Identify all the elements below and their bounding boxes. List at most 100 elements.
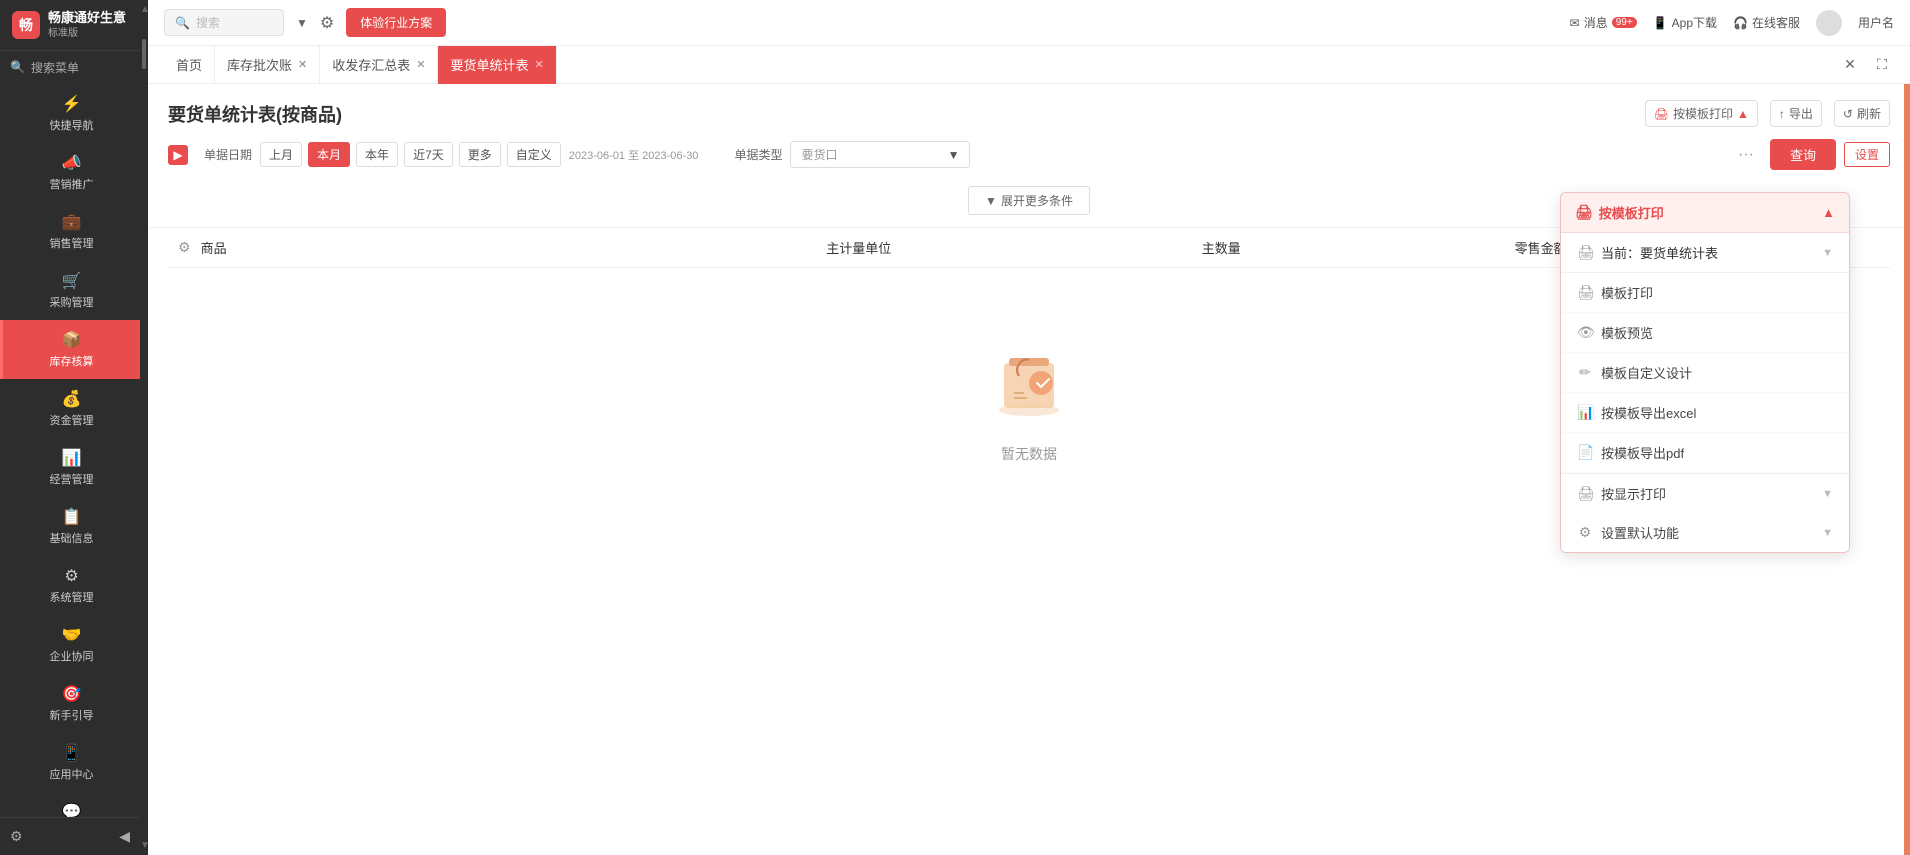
sidebar-item-sales[interactable]: 💼 销售管理: [0, 202, 140, 261]
maximize-tab-button[interactable]: ⛶: [1870, 53, 1894, 77]
select-dropdown-icon: ▼: [948, 148, 960, 162]
nav-icon-apps: 📱: [62, 743, 82, 763]
more-options-btn[interactable]: ···: [1730, 142, 1762, 168]
headset-icon: 🎧: [1733, 16, 1748, 30]
date-last-7days[interactable]: 近7天: [404, 142, 453, 167]
dropdown-item-template-design[interactable]: ✏ 模板自定义设计: [1561, 353, 1849, 393]
expand-arrow-btn[interactable]: ▶: [168, 145, 188, 165]
messages-button[interactable]: ✉ 消息 99+: [1570, 14, 1637, 31]
app-name-text: 畅康通好生意 标准版: [48, 10, 126, 40]
date-custom[interactable]: 自定义: [507, 142, 561, 167]
topbar-dropdown-arrow[interactable]: ▼: [296, 16, 308, 30]
sidebar-item-quick-nav[interactable]: ⚡ 快捷导航: [0, 84, 140, 143]
collapse-icon[interactable]: ◀: [119, 828, 130, 845]
user-avatar[interactable]: [1816, 10, 1842, 36]
scroll-down-arrow[interactable]: ▼: [140, 836, 148, 855]
sidebar-item-basics[interactable]: 📋 基础信息: [0, 497, 140, 556]
type-filter-group: 单据类型 要货口 ▼: [734, 141, 970, 168]
sidebar-item-purchase[interactable]: 🛒 采购管理: [0, 261, 140, 320]
sidebar-item-finance[interactable]: 💰 资金管理: [0, 379, 140, 438]
sidebar-item-apps[interactable]: 📱 应用中心: [0, 733, 140, 792]
dropdown-item-export-pdf[interactable]: 📄 按模板导出pdf: [1561, 433, 1849, 473]
sidebar-bottom: ⚙ ◀: [0, 817, 140, 855]
settings-bottom-icon[interactable]: ⚙: [10, 828, 23, 845]
app-download-button[interactable]: 📱 App下载: [1653, 14, 1717, 31]
sidebar-item-guide[interactable]: 🎯 新手引导: [0, 674, 140, 733]
export-excel-icon: 📊: [1577, 404, 1593, 421]
sidebar-item-collab[interactable]: 🤝 企业协同: [0, 615, 140, 674]
sidebar-item-operation[interactable]: 📊 经营管理: [0, 438, 140, 497]
trial-industry-button[interactable]: 体验行业方案: [346, 8, 446, 37]
nav-icon-collab: 🤝: [62, 625, 82, 645]
tab-batch-accounts[interactable]: 库存批次账 ✕: [215, 46, 320, 84]
empty-icon: [979, 328, 1079, 428]
dropdown-current-item[interactable]: 🖨 当前：要货单统计表 ▼: [1561, 233, 1849, 272]
refresh-button[interactable]: ↺ 刷新: [1834, 100, 1890, 127]
dropdown-close-arrow[interactable]: ▲: [1822, 205, 1835, 220]
topbar-search[interactable]: 🔍 搜索: [164, 9, 284, 36]
display-print-arrow: ▼: [1822, 488, 1833, 500]
current-item-icon: 🖨: [1577, 244, 1593, 261]
col-header-qty: 主数量: [1202, 238, 1515, 257]
type-filter-select[interactable]: 要货口 ▼: [790, 141, 970, 168]
tab-home[interactable]: 首页: [164, 46, 215, 84]
nav-icon-wechat: 💬: [62, 802, 82, 817]
refresh-icon: ↺: [1843, 107, 1853, 121]
nav-icon-quick: ⚡: [62, 94, 82, 114]
date-filter-group: 单据日期 上月 本月 本年 近7天 更多 自定义 2023-06-01 至 20…: [204, 142, 698, 167]
date-more[interactable]: 更多: [459, 142, 501, 167]
template-design-icon: ✏: [1577, 364, 1593, 381]
dropdown-item-template-preview[interactable]: 👁 模板预览: [1561, 313, 1849, 353]
nav-icon-sales: 💼: [62, 212, 82, 232]
col-header-goods: 商品: [201, 238, 827, 257]
date-last-month[interactable]: 上月: [260, 142, 302, 167]
date-this-year[interactable]: 本年: [356, 142, 398, 167]
dropdown-header-left: 🖨 按模板打印: [1575, 203, 1664, 222]
tab-close-batch[interactable]: ✕: [298, 58, 307, 71]
dropdown-header: 🖨 按模板打印 ▲: [1561, 193, 1849, 233]
export-button[interactable]: ↑ 导出: [1770, 100, 1822, 127]
settings-button[interactable]: 设置: [1844, 142, 1890, 167]
column-settings-icon[interactable]: ⚙: [168, 239, 201, 256]
dropdown-item-export-excel[interactable]: 📊 按模板导出excel: [1561, 393, 1849, 433]
tabbar: 首页 库存批次账 ✕ 收发存汇总表 ✕ 要货单统计表 ✕ ✕ ⛶: [148, 46, 1910, 84]
export-pdf-icon: 📄: [1577, 444, 1593, 461]
expand-more-btn[interactable]: ▼ 展开更多条件: [968, 186, 1090, 215]
type-filter-label: 单据类型: [734, 146, 782, 163]
close-tab-button[interactable]: ✕: [1838, 53, 1862, 77]
sidebar-item-inventory[interactable]: 📦 库存核算: [0, 320, 140, 379]
set-default-icon: ⚙: [1577, 524, 1593, 541]
nav-icon-finance: 💰: [62, 389, 82, 409]
print-header-icon: 🖨: [1575, 204, 1593, 221]
tab-order-stats[interactable]: 要货单统计表 ✕: [438, 46, 556, 84]
scroll-thumb: [142, 39, 146, 69]
online-service-button[interactable]: 🎧 在线客服: [1733, 14, 1800, 31]
print-button[interactable]: 🖨 按模板打印 ▲: [1645, 100, 1758, 127]
username-label: 用户名: [1858, 14, 1894, 31]
topbar-settings-icon[interactable]: ⚙: [320, 13, 334, 33]
sidebar-scrollbar[interactable]: ▲ ▼: [140, 0, 148, 855]
logo-icon: 畅: [12, 11, 40, 39]
display-print-icon: 🖨: [1577, 485, 1593, 502]
scroll-track: [140, 19, 148, 836]
query-button[interactable]: 查询: [1770, 139, 1836, 170]
tab-close-receipt[interactable]: ✕: [416, 58, 425, 71]
sidebar: 畅 畅康通好生意 标准版 🔍 搜索菜单 ⚡ 快捷导航 📣 营销推广 💼 销售管理…: [0, 0, 140, 855]
date-this-month[interactable]: 本月: [308, 142, 350, 167]
main-content: 🔍 搜索 ▼ ⚙ 体验行业方案 ✉ 消息 99+ 📱 App下载 🎧 在线客服 …: [148, 0, 1910, 855]
sidebar-search[interactable]: 🔍 搜索菜单: [0, 51, 140, 84]
resize-handle[interactable]: [1904, 84, 1910, 855]
dropdown-set-default[interactable]: ⚙ 设置默认功能 ▼: [1561, 513, 1849, 552]
dropdown-display-print[interactable]: 🖨 按显示打印 ▼: [1561, 474, 1849, 513]
dropdown-item-template-print[interactable]: 🖨 模板打印: [1561, 273, 1849, 313]
sidebar-item-marketing[interactable]: 📣 营销推广: [0, 143, 140, 202]
tab-receipt-summary[interactable]: 收发存汇总表 ✕: [320, 46, 438, 84]
page-area: 要货单统计表(按商品) 🖨 按模板打印 ▲ ↑ 导出 ↺ 刷新: [148, 84, 1910, 855]
sidebar-item-system[interactable]: ⚙ 系统管理: [0, 556, 140, 615]
tab-actions: ✕ ⛶: [1838, 53, 1894, 77]
date-filter-buttons: 上月 本月 本年 近7天 更多 自定义: [260, 142, 561, 167]
print-icon: 🖨: [1654, 107, 1669, 121]
scroll-up-arrow[interactable]: ▲: [140, 0, 148, 19]
sidebar-item-wechat[interactable]: 💬 企业微信: [0, 792, 140, 817]
tab-close-order[interactable]: ✕: [535, 58, 544, 71]
